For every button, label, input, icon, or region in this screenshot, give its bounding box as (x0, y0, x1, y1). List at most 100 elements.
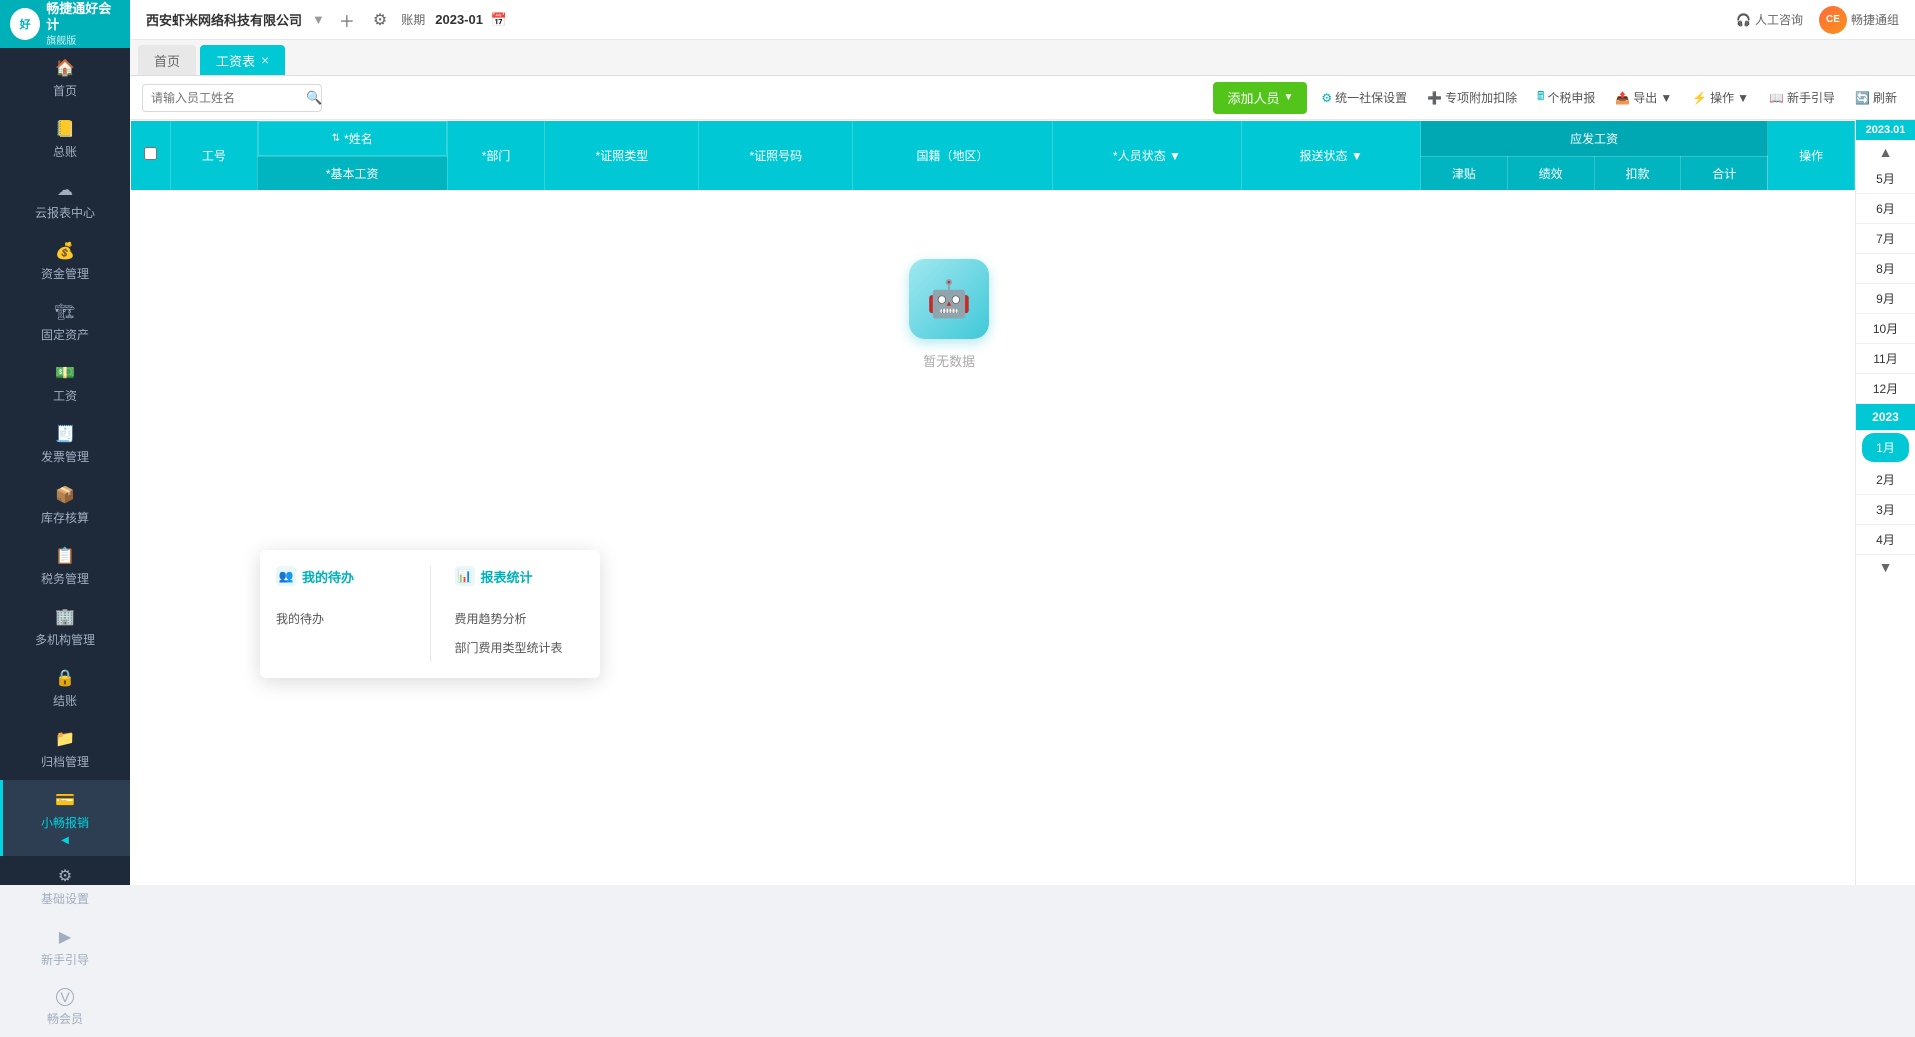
month-item-12[interactable]: 12月 (1856, 374, 1915, 404)
th-job-number: 工号 (171, 121, 258, 191)
popup-report-item-1[interactable]: 费用趋势分析 (455, 604, 585, 633)
month-item-6[interactable]: 6月 (1856, 194, 1915, 224)
sidebar-label-multiorg: 多机构管理 (35, 631, 95, 648)
sidebar-item-invoice[interactable]: 🧾 发票管理 (0, 414, 130, 475)
logo-text-block: 畅捷通好会计 旗舰版 (46, 1, 120, 47)
sidebar-item-tax[interactable]: 📋 税务管理 (0, 536, 130, 597)
sidebar-label-home: 首页 (53, 82, 77, 99)
archive-icon: 📁 (55, 729, 75, 749)
select-all-th (131, 121, 171, 191)
month-item-3[interactable]: 3月 (1856, 495, 1915, 525)
tax-icon: 📋 (55, 546, 75, 566)
sidebar-item-close-account[interactable]: 🔒 结账 (0, 658, 130, 719)
newbie-guide-btn[interactable]: 📖 新手引导 (1763, 89, 1841, 106)
assets-icon: 🏗 (55, 302, 75, 322)
popup-menu: 👥 我的待办 我的待办 📊 报表统计 费用趋势分析 部门费用类型统计表 (260, 550, 600, 678)
special-deduction-btn[interactable]: ➕ 专项附加扣除 (1421, 89, 1523, 106)
sidebar-item-assets[interactable]: 🏗 固定资产 (0, 292, 130, 353)
popup-todo-title: 👥 我的待办 (276, 566, 406, 592)
dropdown-arrow[interactable]: ▼ (312, 12, 325, 27)
popup-report-item-2[interactable]: 部门费用类型统计表 (455, 633, 585, 662)
cloud-icon: ☁ (57, 180, 73, 200)
add-person-btn[interactable]: 添加人员 ▼ (1213, 82, 1307, 114)
th-payroll-group: 应发工资 (1421, 121, 1768, 157)
sidebar-item-guide[interactable]: ▶ 新手引导 (0, 917, 130, 978)
sidebar: 好 畅捷通好会计 旗舰版 🏠 首页 📒 总账 ☁ 云报表中心 💰 资金管理 🏗 … (0, 0, 130, 885)
empty-robot-icon: 🤖 (909, 259, 989, 339)
month-item-8[interactable]: 8月 (1856, 254, 1915, 284)
refresh-btn[interactable]: 🔄 刷新 (1849, 89, 1903, 106)
search-input[interactable] (151, 91, 306, 105)
empty-text: 暂无数据 (923, 351, 975, 370)
sidebar-item-salary[interactable]: 💵 工资 (0, 353, 130, 414)
empty-row: 🤖 暂无数据 (131, 190, 1855, 438)
social-insurance-btn[interactable]: ⚙ 统一社保设置 (1315, 89, 1413, 106)
th-nationality: 国籍（地区） (853, 121, 1052, 191)
sidebar-label-finance: 资金管理 (41, 265, 89, 282)
expense-icon: 💳 (55, 790, 75, 810)
sidebar-item-inventory[interactable]: 📦 库存核算 (0, 475, 130, 536)
sidebar-item-home[interactable]: 🏠 首页 (0, 48, 130, 109)
operation-btn[interactable]: ⚡ 操作 ▼ (1686, 89, 1755, 106)
month-item-5[interactable]: 5月 (1856, 164, 1915, 194)
month-item-10[interactable]: 10月 (1856, 314, 1915, 344)
th-name: ⇅ *姓名 (258, 121, 447, 156)
sidebar-label-tax: 税务管理 (41, 570, 89, 587)
add-company-btn[interactable]: ＋ (335, 6, 359, 34)
popup-todo-item[interactable]: 我的待办 (276, 604, 406, 633)
user-profile-btn[interactable]: CE 畅捷通组 (1819, 6, 1899, 34)
top-right: 🎧 人工咨询 CE 畅捷通组 (1736, 6, 1899, 34)
logo-icon: 好 (10, 8, 40, 40)
sidebar-label-archive: 归档管理 (41, 753, 89, 770)
month-item-11[interactable]: 11月 (1856, 344, 1915, 374)
th-submit-status[interactable]: 报送状态 ▼ (1242, 121, 1421, 191)
close-account-icon: 🔒 (55, 668, 75, 688)
invoice-icon: 🧾 (55, 424, 75, 444)
settings-icon: ⚙ (58, 866, 72, 886)
ledger-icon: 📒 (55, 119, 75, 139)
tab-home[interactable]: 首页 (138, 45, 196, 75)
add-btn-arrow-icon: ▼ (1283, 92, 1293, 103)
th-dept: *部门 (447, 121, 545, 191)
tab-close-btn[interactable]: × (261, 52, 269, 68)
select-all-checkbox[interactable] (144, 147, 157, 160)
th-deduction: 扣款 (1594, 156, 1681, 190)
tax-declare-btn[interactable]: 🖩 个税申报 (1531, 87, 1601, 108)
inventory-icon: 📦 (55, 485, 75, 505)
company-name[interactable]: 西安虾米网络科技有限公司 (146, 10, 302, 29)
th-performance: 绩效 (1507, 156, 1594, 190)
salary-table: 工号 ⇅ *姓名 *部门 *证照类型 *证照号码 国籍（地区） *人员状态 ▼ … (130, 120, 1855, 438)
tabs-bar: 首页 工资表 × (130, 40, 1915, 76)
month-item-7[interactable]: 7月 (1856, 224, 1915, 254)
sidebar-item-membership[interactable]: V 畅会员 (0, 978, 130, 1037)
search-icon[interactable]: 🔍 (306, 90, 322, 106)
month-item-9[interactable]: 9月 (1856, 284, 1915, 314)
period-value[interactable]: 2023-01 📅 (435, 12, 507, 28)
month-item-1-active[interactable]: 1月 (1862, 433, 1909, 463)
month-next-btn[interactable]: ▼ (1856, 555, 1915, 579)
search-box: 🔍 (142, 84, 322, 112)
sidebar-item-multiorg[interactable]: 🏢 多机构管理 (0, 597, 130, 658)
month-item-2[interactable]: 2月 (1856, 465, 1915, 495)
sidebar-item-finance[interactable]: 💰 资金管理 (0, 231, 130, 292)
sidebar-item-cloud-report[interactable]: ☁ 云报表中心 (0, 170, 130, 231)
month-panel-header: 2023.01 (1856, 120, 1915, 140)
sidebar-item-expense[interactable]: 💳 小畅报销 ◀ (0, 780, 130, 856)
th-person-status[interactable]: *人员状态 ▼ (1052, 121, 1242, 191)
calendar-icon[interactable]: 📅 (491, 12, 507, 27)
sidebar-item-ledger[interactable]: 📒 总账 (0, 109, 130, 170)
sidebar-item-settings[interactable]: ⚙ 基础设置 (0, 856, 130, 917)
export-arrow-icon: ▼ (1660, 91, 1672, 105)
month-item-4[interactable]: 4月 (1856, 525, 1915, 555)
customer-service-btn[interactable]: 🎧 人工咨询 (1736, 11, 1803, 28)
sidebar-item-archive[interactable]: 📁 归档管理 (0, 719, 130, 780)
month-prev-btn[interactable]: ▲ (1856, 140, 1915, 164)
th-allowance: 津贴 (1421, 156, 1508, 190)
tab-salary[interactable]: 工资表 × (200, 45, 285, 75)
popup-col-todo: 👥 我的待办 我的待办 (276, 566, 406, 662)
todo-icon: 👥 (276, 566, 296, 586)
table-container: 工号 ⇅ *姓名 *部门 *证照类型 *证照号码 国籍（地区） *人员状态 ▼ … (130, 120, 1855, 885)
export-btn[interactable]: 📤 导出 ▼ (1609, 89, 1678, 106)
sidebar-label-close-account: 结账 (53, 692, 77, 709)
settings-btn[interactable]: ⚙ (369, 8, 391, 32)
